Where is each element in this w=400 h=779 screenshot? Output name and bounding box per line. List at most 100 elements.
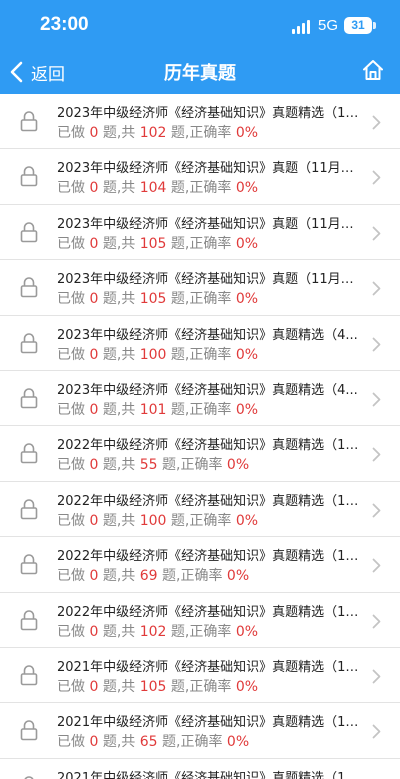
lock-icon: [20, 720, 38, 741]
list-item[interactable]: 2023年中级经济师《经济基础知识》真题（11月12... 已做 0 题,共 1…: [0, 204, 400, 261]
stat-rate-label: 题,正确率: [170, 346, 232, 363]
stat-done-label: 已做: [57, 678, 85, 695]
stat-total-count: 104: [139, 180, 167, 197]
battery-icon: 31: [344, 17, 372, 34]
lock-icon: [20, 111, 38, 132]
stat-rate-label: 题,正确率: [170, 235, 232, 252]
home-icon[interactable]: [361, 58, 385, 82]
page-title: 历年真题: [164, 63, 236, 84]
lock-icon: [20, 221, 38, 243]
item-stats: 已做 0 题,共 105 题,正确率 0%: [57, 676, 258, 696]
lock-icon: [20, 332, 38, 353]
stat-total-label: 题,共: [102, 180, 136, 197]
chevron-right-icon: [372, 724, 381, 739]
lock-icon: [20, 443, 38, 464]
list-item[interactable]: 2023年中级经济师《经济基础知识》真题（11月11... 已做 0 题,共 1…: [0, 149, 400, 205]
stat-total-count: 102: [139, 125, 167, 141]
chevron-right-icon: [372, 115, 381, 130]
stat-accuracy: 0%: [226, 734, 250, 751]
stat-done-count: 0: [89, 678, 99, 695]
list-item[interactable]: 2021年中级经济师《经济基础知识》真题精选（10... 已做 0 题,共 65…: [0, 703, 400, 759]
chevron-right-icon: [372, 226, 381, 241]
stat-accuracy: 0%: [235, 180, 259, 197]
stat-total-label: 题,共: [102, 401, 136, 418]
chevron-right-icon: [372, 392, 381, 407]
list-item[interactable]: 2022年中级经济师《经济基础知识》真题精选（11... 已做 0 题,共 10…: [0, 481, 400, 538]
item-stats: 已做 0 题,共 101 题,正确率 0%: [57, 399, 258, 419]
stat-total-count: 105: [139, 678, 167, 695]
chevron-right-icon: [372, 503, 381, 518]
item-stats: 已做 0 题,共 55 题,正确率 0%: [57, 454, 249, 474]
stat-total-label: 题,共: [102, 457, 136, 474]
item-title: 2022年中级经济师《经济基础知识》真题精选（11...: [57, 438, 359, 454]
item-stats: 已做 0 题,共 100 题,正确率 0%: [57, 510, 258, 530]
stat-total-count: 105: [139, 235, 167, 252]
lock-icon: [20, 388, 38, 409]
chevron-right-icon: [372, 337, 381, 351]
stat-done-label: 已做: [57, 457, 85, 474]
stat-accuracy: 0%: [235, 678, 259, 695]
lock-icon: [20, 554, 38, 575]
chevron-right-icon: [372, 281, 381, 296]
stat-total-count: 101: [139, 401, 167, 418]
stat-total-count: 55: [139, 457, 158, 474]
stat-total-label: 题,共: [102, 623, 136, 640]
stat-rate-label: 题,正确率: [162, 734, 223, 751]
stat-accuracy: 0%: [235, 512, 259, 529]
cellular-signal-icon: [292, 20, 314, 34]
stat-done-count: 0: [89, 568, 99, 585]
chevron-right-icon: [372, 447, 381, 462]
status-bar: 23:00 5G 31: [0, 0, 400, 50]
list-item[interactable]: 2021年中级经济师《经济基础知识》真题精选（10... 已做 0 题,共 10…: [0, 647, 400, 704]
item-title: 2021年中级经济师《经济基础知识》真题精选（10...: [57, 659, 359, 675]
item-stats: 已做 0 题,共 69 题,正确率 0%: [57, 565, 249, 585]
list-item[interactable]: 2023年中级经济师《经济基础知识》真题精选（4... 已做 0 题,共 100…: [0, 315, 400, 371]
item-stats: 已做 0 题,共 65 题,正确率 0%: [57, 731, 249, 751]
stat-done-label: 已做: [57, 734, 85, 751]
item-title: 2022年中级经济师《经济基础知识》真题精选（11...: [57, 549, 359, 565]
stat-done-label: 已做: [57, 180, 85, 197]
lock-icon: [20, 277, 38, 298]
stat-rate-label: 题,正确率: [170, 512, 232, 529]
stat-done-count: 0: [89, 235, 99, 252]
item-title: 2023年中级经济师《经济基础知识》真题（11月12...: [57, 272, 359, 288]
item-stats: 已做 0 题,共 105 题,正确率 0%: [57, 233, 258, 253]
item-stats: 已做 0 题,共 105 题,正确率 0%: [57, 288, 258, 308]
stat-accuracy: 0%: [235, 401, 259, 418]
stat-done-label: 已做: [57, 235, 85, 252]
list-item[interactable]: 2023年中级经济师《经济基础知识》真题精选（4... 已做 0 题,共 101…: [0, 370, 400, 427]
stat-total-count: 100: [139, 512, 167, 529]
lock-icon: [20, 166, 38, 187]
stat-accuracy: 0%: [226, 457, 250, 474]
stat-total-label: 题,共: [102, 678, 136, 695]
stat-total-label: 题,共: [102, 346, 136, 363]
stat-done-label: 已做: [57, 291, 85, 308]
stat-total-count: 65: [139, 734, 158, 751]
stat-total-label: 题,共: [102, 512, 136, 529]
item-stats: 已做 0 题,共 102 题,正确率 0%: [57, 122, 258, 142]
stat-total-label: 题,共: [102, 291, 136, 308]
list-item[interactable]: 2022年中级经济师《经济基础知识》真题精选（11... 已做 0 题,共 55…: [0, 426, 400, 482]
list-item[interactable]: 2021年中级经济师《经济基础知识》真题精选（10... 已做 0 题,共 题,…: [0, 758, 400, 779]
stat-done-count: 0: [89, 734, 99, 751]
item-title: 2021年中级经济师《经济基础知识》真题精选（10...: [57, 715, 359, 731]
chevron-right-icon: [372, 170, 381, 185]
stat-done-count: 0: [89, 346, 99, 363]
stat-done-label: 已做: [57, 623, 85, 640]
list-item[interactable]: 2022年中级经济师《经济基础知识》真题精选（11... 已做 0 题,共 69…: [0, 537, 400, 593]
item-title: 2022年中级经济师《经济基础知识》真题精选（11...: [57, 493, 359, 509]
list-item[interactable]: 2022年中级经济师《经济基础知识》真题精选（11... 已做 0 题,共 10…: [0, 592, 400, 648]
list-item[interactable]: 2023年中级经济师《经济基础知识》真题（11月12... 已做 0 题,共 1…: [0, 260, 400, 316]
stat-done-label: 已做: [57, 568, 85, 585]
stat-accuracy: 0%: [235, 346, 259, 363]
stat-done-label: 已做: [57, 346, 85, 363]
stat-done-count: 0: [89, 125, 99, 141]
chevron-right-icon: [372, 669, 381, 684]
stat-total-label: 题,共: [102, 568, 136, 585]
list-item[interactable]: 2023年中级经济师《经济基础知识》真题精选（11... 已做 0 题,共 10…: [0, 94, 400, 150]
stat-total-label: 题,共: [102, 235, 136, 252]
status-time: 23:00: [40, 14, 89, 35]
network-type: 5G: [318, 17, 339, 34]
lock-icon: [20, 609, 38, 630]
item-title: 2023年中级经济师《经济基础知识》真题精选（11...: [57, 106, 359, 121]
